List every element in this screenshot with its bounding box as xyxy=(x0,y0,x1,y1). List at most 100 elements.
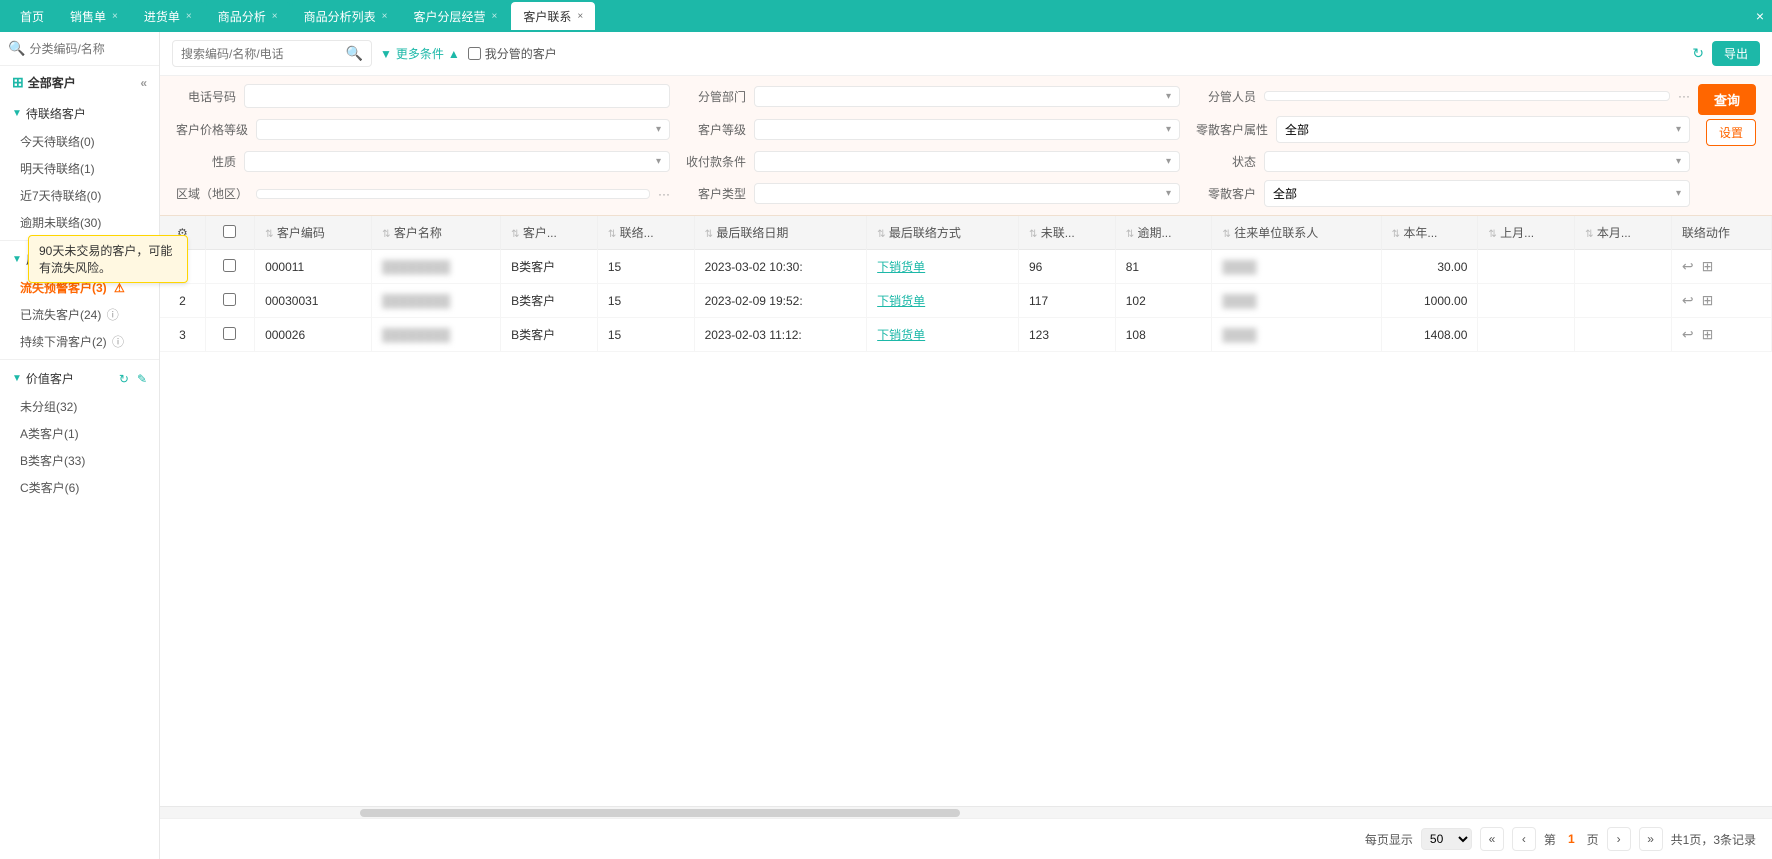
my-customers-checkbox[interactable]: 我分管的客户 xyxy=(468,45,557,62)
sidebar-item-overdue[interactable]: 逾期未联络(30) xyxy=(0,209,159,236)
status-select[interactable]: ▾ xyxy=(1264,151,1690,172)
query-button[interactable]: 查询 xyxy=(1698,84,1756,115)
toolbar-search-input[interactable] xyxy=(181,47,342,61)
row3-link-icon[interactable]: ↩ xyxy=(1682,326,1694,343)
sidebar-item-7days[interactable]: 近7天待联络(0) xyxy=(0,182,159,209)
row1-current-month xyxy=(1575,250,1672,284)
row1-method-link[interactable]: 下销货单 xyxy=(877,260,925,274)
customer-type-select[interactable]: ▾ xyxy=(754,183,1180,204)
row3-method-link[interactable]: 下销货单 xyxy=(877,328,925,342)
phone-input[interactable] xyxy=(244,84,670,108)
nature-select[interactable]: ▾ xyxy=(244,151,670,172)
manager-dots-icon[interactable]: ··· xyxy=(1678,89,1690,103)
retail-attr-select[interactable]: 全部 ▾ xyxy=(1276,116,1690,143)
close-purchase-icon[interactable]: × xyxy=(186,11,192,22)
col-overdue[interactable]: ⇅ 逾期... xyxy=(1115,216,1212,250)
horizontal-scrollbar[interactable] xyxy=(160,806,1772,818)
col-type[interactable]: ⇅ 客户... xyxy=(501,216,598,250)
close-customer-layer-icon[interactable]: × xyxy=(491,11,497,22)
col-last-method[interactable]: ⇅ 最后联络方式 xyxy=(867,216,1019,250)
sidebar-item-ungroup[interactable]: 未分组(32) xyxy=(0,393,159,420)
region-dots-icon[interactable]: ··· xyxy=(658,187,670,201)
my-customers-check[interactable] xyxy=(468,47,481,60)
nav-tab-analysis[interactable]: 商品分析 × xyxy=(206,2,290,30)
row1-check[interactable] xyxy=(223,259,236,272)
col-current-year[interactable]: ⇅ 本年... xyxy=(1381,216,1478,250)
close-sales-icon[interactable]: × xyxy=(112,11,118,22)
customer-grade-select[interactable]: ▾ xyxy=(754,119,1180,140)
row2-checkbox[interactable] xyxy=(205,284,254,318)
edit-icon[interactable]: ✎ xyxy=(137,372,147,386)
reload-icon[interactable]: ↻ xyxy=(1692,45,1704,62)
export-button[interactable]: 导出 xyxy=(1712,41,1760,66)
nav-tab-customer-layer[interactable]: 客户分层经营 × xyxy=(401,2,509,30)
prev-page-button[interactable]: ‹ xyxy=(1512,827,1536,851)
page-size-select[interactable]: 50 100 200 xyxy=(1421,828,1472,850)
row3-checkbox[interactable] xyxy=(205,318,254,352)
row3-check[interactable] xyxy=(223,327,236,340)
sidebar-item-tomorrow[interactable]: 明天待联络(1) xyxy=(0,155,159,182)
page-number: 1 xyxy=(1564,832,1579,846)
col-current-month[interactable]: ⇅ 本月... xyxy=(1575,216,1672,250)
nav-tab-home[interactable]: 首页 xyxy=(8,2,56,30)
row2-grid-icon[interactable]: ⊞ xyxy=(1702,292,1714,309)
sidebar-group-value[interactable]: ▼ 价值客户 ↻ ✎ xyxy=(0,364,159,393)
nav-tab-purchase[interactable]: 进货单 × xyxy=(132,2,204,30)
sidebar-item-today[interactable]: 今天待联络(0) xyxy=(0,128,159,155)
col-checkbox[interactable] xyxy=(205,216,254,250)
more-filter-button[interactable]: ▼ 更多条件 ▲ xyxy=(380,45,460,62)
col-contact-person[interactable]: ⇅ 往来单位联系人 xyxy=(1212,216,1381,250)
window-close-icon[interactable]: × xyxy=(1756,8,1764,24)
next-page-button[interactable]: › xyxy=(1607,827,1631,851)
row2-check[interactable] xyxy=(223,293,236,306)
dept-select[interactable]: ▾ xyxy=(754,86,1180,107)
toolbar-search-icon[interactable]: 🔍 xyxy=(346,45,363,62)
region-select[interactable] xyxy=(256,189,650,199)
sidebar-item-declining[interactable]: 持续下滑客户(2) ⓘ xyxy=(0,328,159,355)
settings-button[interactable]: 设置 xyxy=(1706,119,1756,146)
price-grade-select[interactable]: ▾ xyxy=(256,119,670,140)
row1-name-blurred: ████████ xyxy=(382,260,450,274)
first-page-button[interactable]: « xyxy=(1480,827,1504,851)
sidebar-item-c-class[interactable]: C类客户(6) xyxy=(0,474,159,501)
nav-tab-analysis-list[interactable]: 商品分析列表 × xyxy=(292,2,400,30)
payment-label: 收付款条件 xyxy=(686,153,746,170)
row1-last-method[interactable]: 下销货单 xyxy=(867,250,1019,284)
sidebar-item-churned[interactable]: 已流失客户(24) ⓘ xyxy=(0,301,159,328)
sales-label: 销售单 xyxy=(70,8,106,25)
row1-grid-icon[interactable]: ⊞ xyxy=(1702,258,1714,275)
row1-checkbox[interactable] xyxy=(205,250,254,284)
sidebar-group-pending[interactable]: ▼ 待联络客户 xyxy=(0,99,159,128)
row2-last-method[interactable]: 下销货单 xyxy=(867,284,1019,318)
manager-select[interactable] xyxy=(1264,91,1670,101)
sidebar-all-customers[interactable]: ⊞ 全部客户 « xyxy=(0,66,159,99)
refresh-icon[interactable]: ↻ xyxy=(119,372,129,386)
close-analysis-icon[interactable]: × xyxy=(272,11,278,22)
col-code[interactable]: ⇅ 客户编码 xyxy=(255,216,372,250)
col-last-date[interactable]: ⇅ 最后联络日期 xyxy=(694,216,867,250)
retail-select[interactable]: 全部 ▾ xyxy=(1264,180,1690,207)
sidebar-item-a-class[interactable]: A类客户(1) xyxy=(0,420,159,447)
row3-grid-icon[interactable]: ⊞ xyxy=(1702,326,1714,343)
col-last-month[interactable]: ⇅ 上月... xyxy=(1478,216,1575,250)
select-all-checkbox[interactable] xyxy=(223,225,236,238)
close-customer-contact-icon[interactable]: × xyxy=(577,11,583,22)
scrollbar-thumb[interactable] xyxy=(360,809,960,817)
collapse-icon[interactable]: « xyxy=(140,76,147,90)
col-name[interactable]: ⇅ 客户名称 xyxy=(372,216,501,250)
payment-select[interactable]: ▾ xyxy=(754,151,1180,172)
sidebar-search-input[interactable] xyxy=(29,42,160,56)
col-contact[interactable]: ⇅ 联络... xyxy=(597,216,694,250)
row3-last-method[interactable]: 下销货单 xyxy=(867,318,1019,352)
toolbar: 🔍 ▼ 更多条件 ▲ 我分管的客户 ↻ 导出 xyxy=(160,32,1772,76)
col-no-contact[interactable]: ⇅ 未联... xyxy=(1018,216,1115,250)
filter-phone: 电话号码 xyxy=(176,84,670,108)
last-page-button[interactable]: » xyxy=(1639,827,1663,851)
nav-tab-customer-contact[interactable]: 客户联系 × xyxy=(511,2,595,30)
nav-tab-sales[interactable]: 销售单 × xyxy=(58,2,130,30)
row2-link-icon[interactable]: ↩ xyxy=(1682,292,1694,309)
row1-link-icon[interactable]: ↩ xyxy=(1682,258,1694,275)
row2-method-link[interactable]: 下销货单 xyxy=(877,294,925,308)
sidebar-item-b-class[interactable]: B类客户(33) xyxy=(0,447,159,474)
close-analysis-list-icon[interactable]: × xyxy=(382,11,388,22)
